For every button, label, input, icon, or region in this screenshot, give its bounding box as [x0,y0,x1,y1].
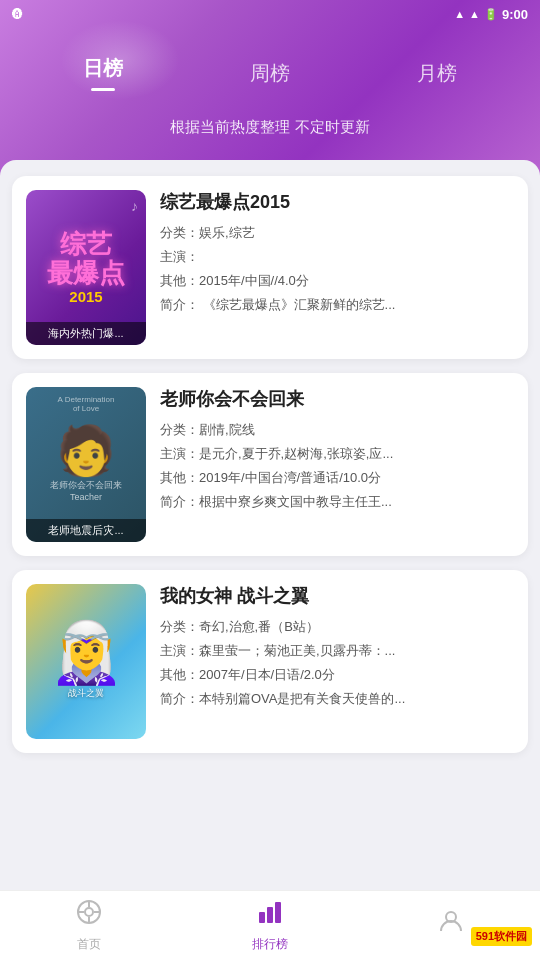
tabs-area: 日榜 周榜 月榜 [0,28,540,118]
status-left: 🅐 [12,8,23,20]
status-right: ▲ ▲ 🔋 9:00 [454,7,528,22]
subtitle: 根据当前热度整理 不定时更新 [0,118,540,137]
nav-home-label: 首页 [77,936,101,953]
card-title-2: 老师你会不会回来 [160,387,514,411]
thumbnail-2: 🧑 老师你会不会回来Teacher A Determinationof Love… [26,387,146,542]
app-icon: 🅐 [12,8,23,20]
card-title-1: 综艺最爆点2015 [160,190,514,214]
card-category-2: 分类：剧情,院线 [160,421,514,439]
signal-icon: ▲ [469,8,480,20]
card-info-3: 我的女神 战斗之翼 分类：奇幻,治愈,番（B站） 主演：森里萤一；菊池正美,贝露… [160,584,514,739]
list-item[interactable]: 综艺最爆点 2015 ♪ 海内外热门爆... 综艺最爆点2015 分类：娱乐,综… [12,176,528,359]
card-summary-3: 简介：本特别篇OVA是把有关食天使兽的... [160,690,514,708]
svg-rect-7 [267,907,273,923]
profile-icon [437,907,465,942]
content-area: 综艺最爆点 2015 ♪ 海内外热门爆... 综艺最爆点2015 分类：娱乐,综… [0,160,540,890]
card-other-2: 其他：2019年/中国台湾/普通话/10.0分 [160,469,514,487]
card-info-1: 综艺最爆点2015 分类：娱乐,综艺 主演： 其他：2015年/中国//4.0分… [160,190,514,345]
svg-rect-8 [275,902,281,923]
ranking-icon [256,898,284,933]
home-icon [75,898,103,933]
card-cast-3: 主演：森里萤一；菊池正美,贝露丹蒂：... [160,642,514,660]
tab-monthly-label: 月榜 [417,60,457,87]
tab-daily[interactable]: 日榜 [83,55,123,91]
tab-weekly-label: 周榜 [250,60,290,87]
bottom-nav: 首页 排行榜 [0,890,540,960]
status-bar: 🅐 ▲ ▲ 🔋 9:00 [0,0,540,28]
svg-point-1 [85,908,93,916]
thumbnail-1: 综艺最爆点 2015 ♪ 海内外热门爆... [26,190,146,345]
thumb-badge-1: 海内外热门爆... [26,322,146,345]
svg-rect-6 [259,912,265,923]
tab-daily-underline [91,88,115,91]
card-summary-1: 简介： 《综艺最爆点》汇聚新鲜的综艺... [160,296,514,314]
thumb-badge-2: 老师地震后灾... [26,519,146,542]
card-cast-2: 主演：是元介,夏于乔,赵树海,张琼姿,应... [160,445,514,463]
nav-ranking-label: 排行榜 [252,936,288,953]
status-time: 9:00 [502,7,528,22]
card-summary-2: 简介：根据中寮乡爽文国中教导主任王... [160,493,514,511]
card-other-1: 其他：2015年/中国//4.0分 [160,272,514,290]
card-cast-1: 主演： [160,248,514,266]
card-category-3: 分类：奇幻,治愈,番（B站） [160,618,514,636]
card-info-2: 老师你会不会回来 分类：剧情,院线 主演：是元介,夏于乔,赵树海,张琼姿,应..… [160,387,514,542]
nav-home[interactable]: 首页 [75,898,103,953]
card-other-3: 其他：2007年/日本/日语/2.0分 [160,666,514,684]
watermark: 591软件园 [471,927,532,946]
list-item[interactable]: 🧝‍♀️ 战斗之翼 我的女神 战斗之翼 分类：奇幻,治愈,番（B站） 主演：森里… [12,570,528,753]
nav-ranking[interactable]: 排行榜 [252,898,288,953]
tab-monthly[interactable]: 月榜 [417,60,457,87]
nav-profile[interactable] [437,907,465,945]
list-item[interactable]: 🧑 老师你会不会回来Teacher A Determinationof Love… [12,373,528,556]
card-category-1: 分类：娱乐,综艺 [160,224,514,242]
tab-daily-label: 日榜 [83,55,123,82]
thumbnail-3: 🧝‍♀️ 战斗之翼 [26,584,146,739]
battery-icon: 🔋 [484,8,498,21]
card-title-3: 我的女神 战斗之翼 [160,584,514,608]
tab-weekly[interactable]: 周榜 [250,60,290,87]
wifi-icon: ▲ [454,8,465,20]
